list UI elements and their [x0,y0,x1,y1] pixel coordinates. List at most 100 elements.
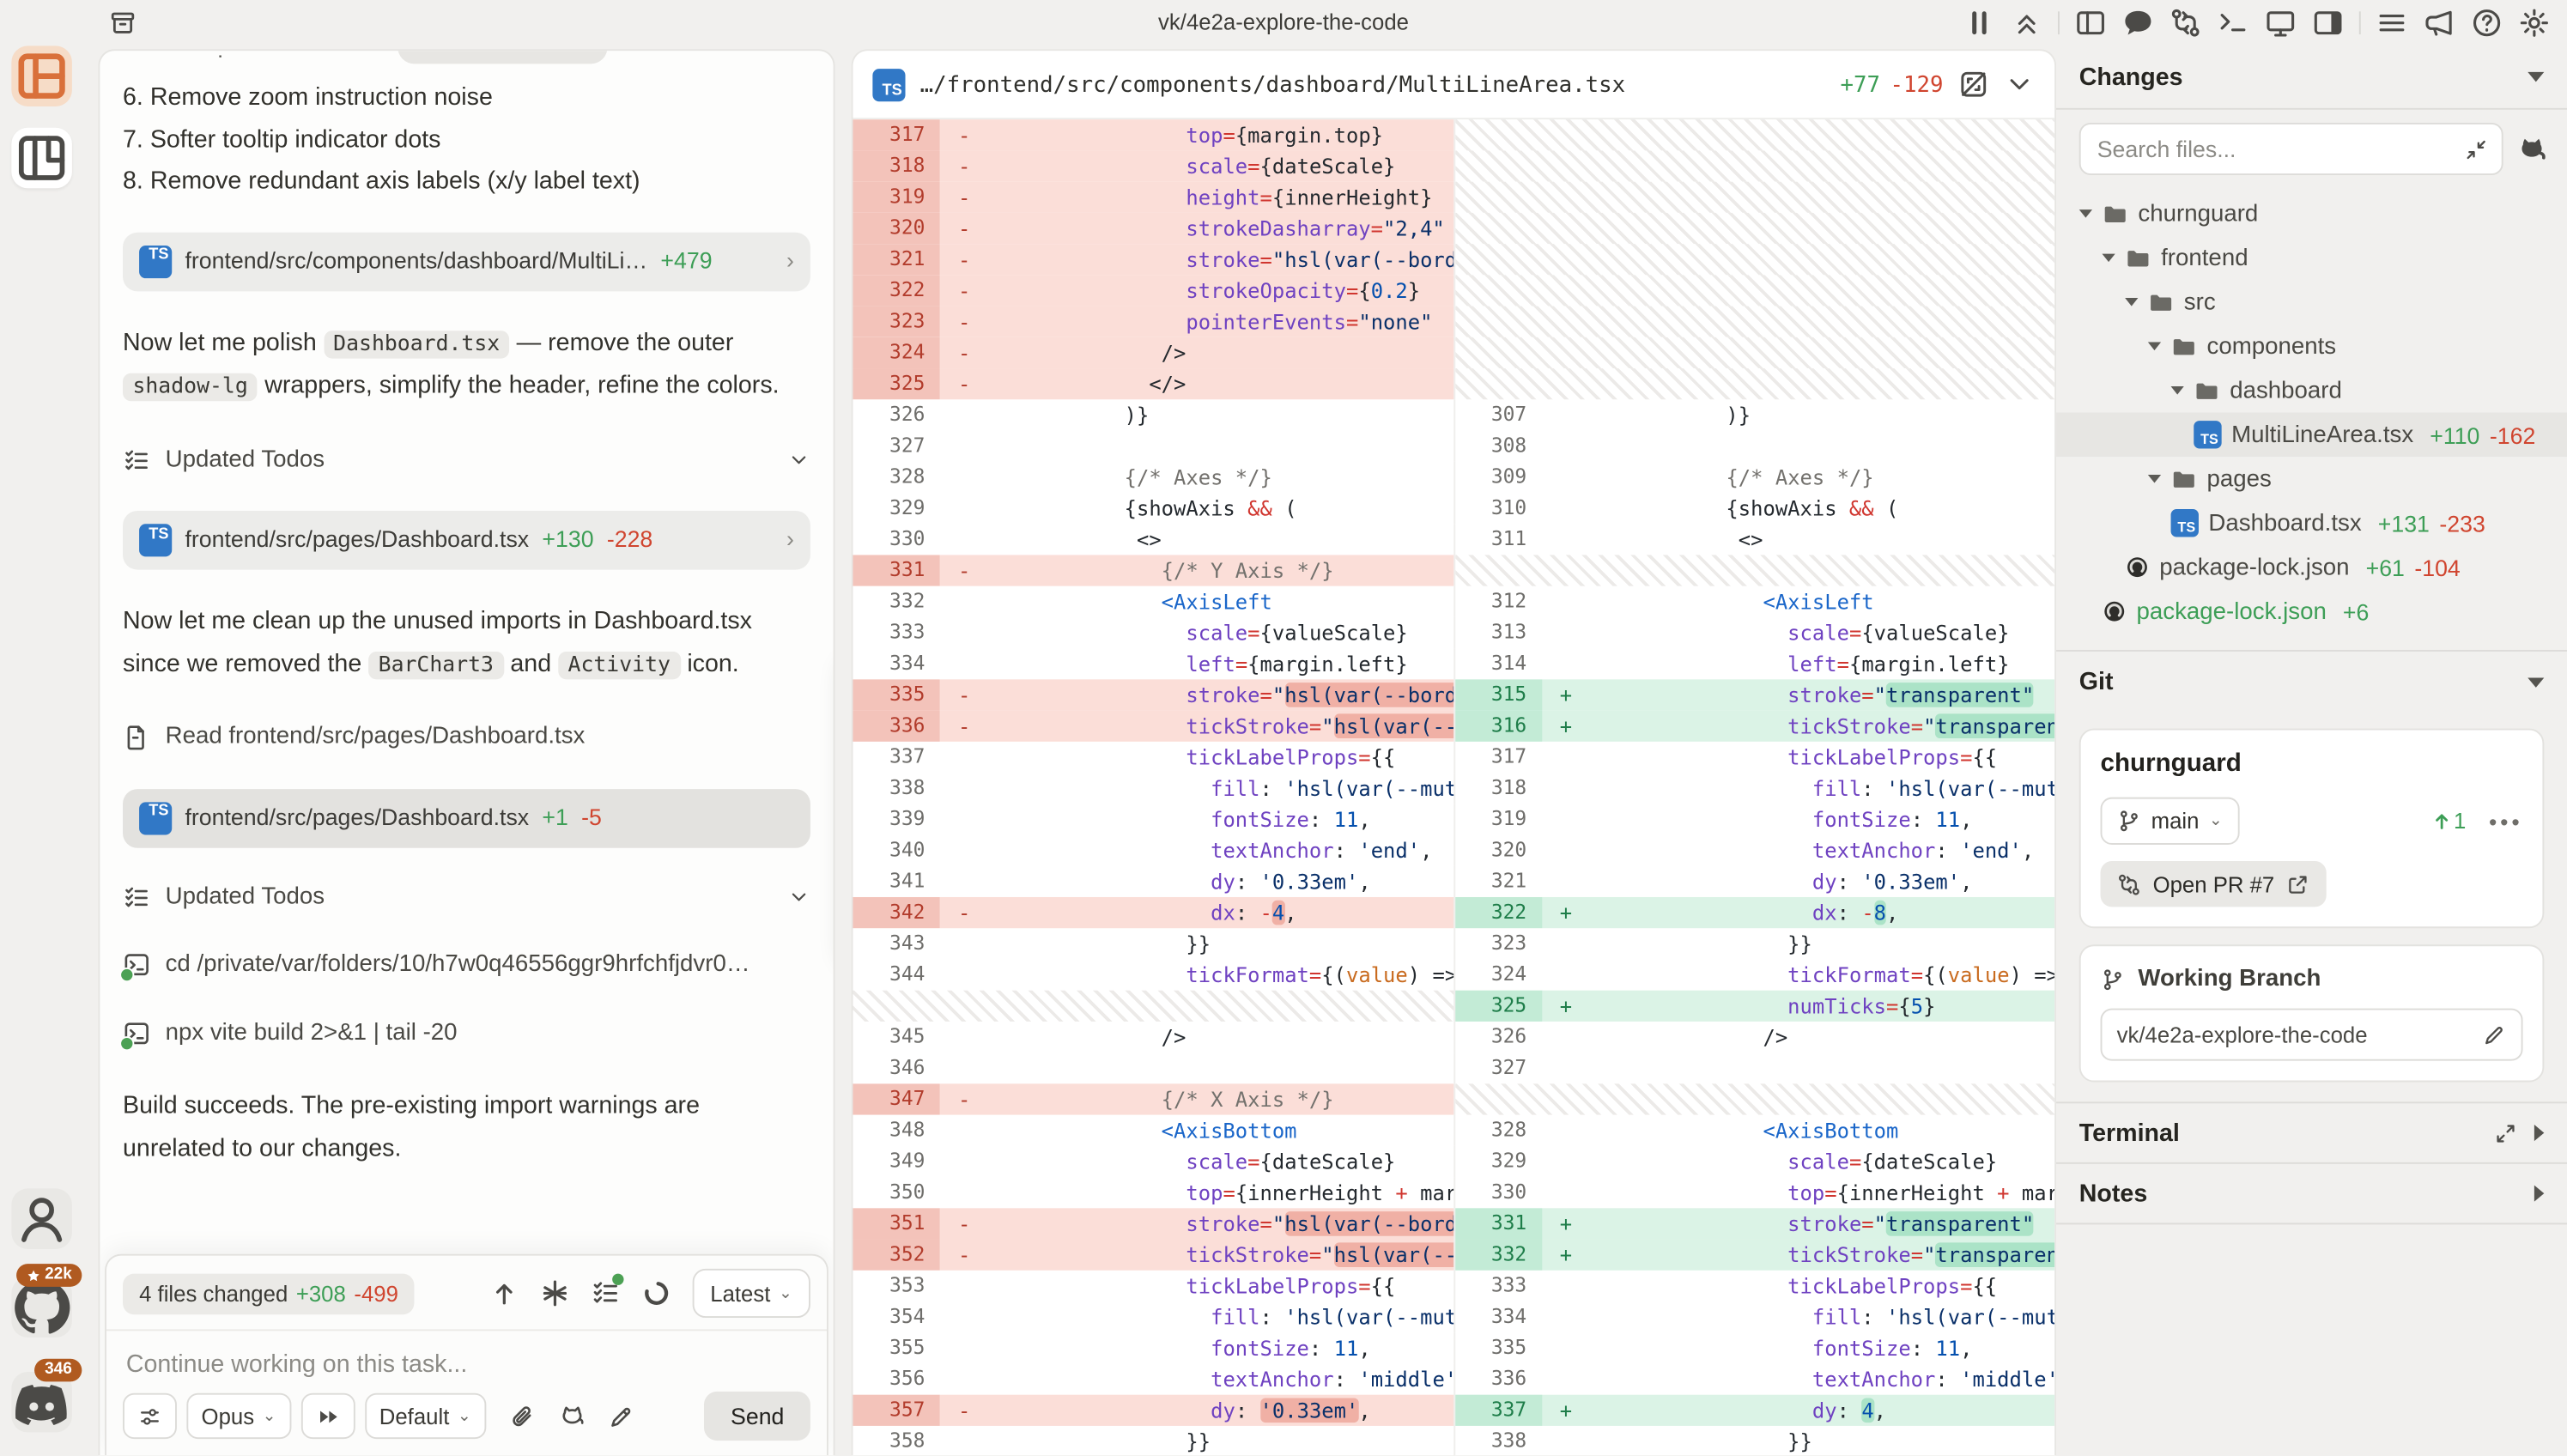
tree-item-multilinearea-tsx[interactable]: TSMultiLineArea.tsx+110-162 [2056,413,2567,457]
more-options-button[interactable]: ••• [2489,808,2523,834]
read-file-row[interactable]: Read frontend/src/pages/Dashboard.tsx [123,717,810,759]
diff-line[interactable]: 355 fontSize: 11, [853,1332,1453,1363]
diff-line[interactable]: 338 fill: 'hsl(var(--muted-foreground))'… [853,773,1453,804]
diff-line[interactable]: 314 left={margin.left} [1453,648,2054,679]
scroll-up-icon[interactable] [489,1278,519,1307]
diff-line[interactable] [1453,119,2054,150]
message-input[interactable]: Continue working on this task... [106,1331,827,1378]
settings-sliders-button[interactable] [123,1393,177,1439]
diff-line[interactable]: 343 }} [853,928,1453,959]
sidebar-item-github[interactable]: 22k [11,1277,72,1338]
open-pr-button[interactable]: Open PR #7 [2101,861,2327,907]
caret-down-icon[interactable] [2125,298,2138,306]
diff-line[interactable]: 310 {showAxis && ( [1453,493,2054,524]
cat-icon[interactable] [558,1402,586,1429]
diff-line[interactable]: 329 {showAxis && ( [853,493,1453,524]
diff-line[interactable]: 330 top={innerHeight + margin.top} [1453,1177,2054,1208]
diff-line[interactable]: 318 fill: 'hsl(var(--muted-foreground))'… [1453,773,2054,804]
updated-todos-row[interactable]: Updated Todos [123,440,810,482]
diff-line[interactable]: 334 fill: 'hsl(var(--muted-foreground))'… [1453,1301,2054,1332]
diff-line[interactable]: 332+ tickStroke="transparent" [1453,1240,2054,1271]
diff-line[interactable]: 312 <AxisLeft [1453,586,2054,617]
diff-line[interactable]: 353 tickLabelProps={{ [853,1271,1453,1301]
collapse-tree-icon[interactable] [2464,136,2489,161]
diff-line[interactable]: 354 fill: 'hsl(var(--muted-foreground))'… [853,1301,1453,1332]
sidebar-item-discord[interactable]: 346 [11,1372,72,1433]
monitor-icon[interactable] [2264,7,2297,39]
help-icon[interactable] [2471,7,2503,39]
terminal-section-header[interactable]: Terminal [2056,1103,2567,1162]
chat-bubble-icon[interactable] [2121,7,2154,39]
tree-item-src[interactable]: src [2056,280,2567,324]
diff-line[interactable]: 323 }} [1453,928,2054,959]
edit-pencil-icon[interactable] [2482,1022,2507,1047]
caret-down-icon[interactable] [2102,254,2115,263]
diff-line[interactable] [1453,182,2054,213]
diff-line[interactable] [1453,150,2054,181]
tree-item-components[interactable]: components [2056,325,2567,368]
file-chip-multilinearea[interactable]: TS frontend/src/components/dashboard/Mul… [123,232,810,291]
diff-line[interactable]: 335- stroke="hsl(var(--border))" [853,679,1453,710]
sidebar-item-workspace[interactable] [11,46,72,106]
diff-body[interactable]: 317- top={margin.top}318- scale={dateSca… [853,119,2054,1455]
caret-down-icon[interactable] [2079,209,2092,218]
tree-item-churnguard[interactable]: churnguard [2056,191,2567,235]
diff-line[interactable]: 349 scale={dateScale} [853,1146,1453,1177]
diff-line[interactable]: 324 tickFormat={(value) => [1453,959,2054,990]
tree-item-package-lock-json[interactable]: package-lock.json+6 [2056,589,2567,633]
diff-line[interactable] [853,991,1453,1022]
diff-line[interactable]: 331- {/* Y Axis */} [853,555,1453,585]
caret-down-icon[interactable] [2148,475,2161,483]
file-chip-dashboard-2[interactable]: TS frontend/src/pages/Dashboard.tsx +1 -… [123,788,810,847]
diff-line[interactable] [1453,555,2054,585]
diff-line[interactable]: 320 textAnchor: 'end', [1453,835,2054,866]
diff-line[interactable]: 320- strokeDasharray="2,4" [853,213,1453,244]
diff-line[interactable]: 330 <> [853,524,1453,555]
tree-item-dashboard[interactable]: dashboard [2056,368,2567,412]
diff-line[interactable]: 317- top={margin.top} [853,119,1453,150]
diff-line[interactable]: 341 dy: '0.33em', [853,866,1453,897]
diff-line[interactable]: 309 {/* Axes */} [1453,462,2054,493]
caret-down-icon[interactable] [2171,386,2184,395]
diff-line[interactable] [1453,306,2054,337]
file-chip-dashboard-1[interactable]: TS frontend/src/pages/Dashboard.tsx +130… [123,511,810,570]
diff-line[interactable]: 327 [1453,1053,2054,1083]
sidebar-item-account[interactable] [11,1188,72,1249]
updated-todos-row[interactable]: Updated Todos [123,877,810,919]
terminal-command-row[interactable]: cd /private/var/folders/10/h7w0q46556ggr… [123,944,810,986]
diff-line[interactable]: 336- tickStroke="hsl(var(--border))" [853,711,1453,742]
model-dropdown[interactable]: Opus⌄ [186,1393,290,1439]
diff-line[interactable]: 323- pointerEvents="none" [853,306,1453,337]
diff-line[interactable]: 357- dy: '0.33em', [853,1395,1453,1426]
diff-line[interactable]: 325- </> [853,368,1453,399]
diff-line[interactable]: 331+ stroke="transparent" [1453,1208,2054,1239]
diff-line[interactable]: 342- dx: -4, [853,897,1453,928]
settings-gear-icon[interactable] [2518,7,2551,39]
diff-line[interactable]: 324- /> [853,337,1453,368]
tree-item-dashboard-tsx[interactable]: TSDashboard.tsx+131-233 [2056,501,2567,545]
latest-dropdown[interactable]: Latest⌄ [692,1269,810,1318]
diff-line[interactable] [1453,1083,2054,1114]
diff-line[interactable]: 338 }} [1453,1426,2054,1455]
diff-line[interactable] [1453,275,2054,306]
diff-line[interactable]: 340 textAnchor: 'end', [853,835,1453,866]
diff-line[interactable]: 335 fontSize: 11, [1453,1332,2054,1363]
diff-line[interactable]: 329 scale={dateScale} [1453,1146,2054,1177]
diff-line[interactable]: 311 <> [1453,524,2054,555]
diff-line[interactable]: 337 tickLabelProps={{ [853,742,1453,773]
diff-line[interactable] [1453,213,2054,244]
tree-item-pages[interactable]: pages [2056,457,2567,500]
diff-line[interactable]: 348 <AxisBottom [853,1115,1453,1146]
branch-dropdown[interactable]: main⌄ [2101,798,2239,845]
pen-icon[interactable] [607,1402,634,1429]
collapse-up-icon[interactable] [2011,7,2043,39]
panel-right-icon[interactable] [2312,7,2345,39]
diff-line[interactable]: 333 scale={valueScale} [853,617,1453,648]
terminal-command-row[interactable]: npx vite build 2>&1 | tail -20 [123,1012,810,1054]
diff-line[interactable]: 322- strokeOpacity={0.2} [853,275,1453,306]
diff-line[interactable]: 347- {/* X Axis */} [853,1083,1453,1114]
attach-icon[interactable] [509,1402,537,1429]
diff-line[interactable] [1453,337,2054,368]
git-section-header[interactable]: Git [2056,652,2567,713]
menu-icon[interactable] [2376,7,2408,39]
